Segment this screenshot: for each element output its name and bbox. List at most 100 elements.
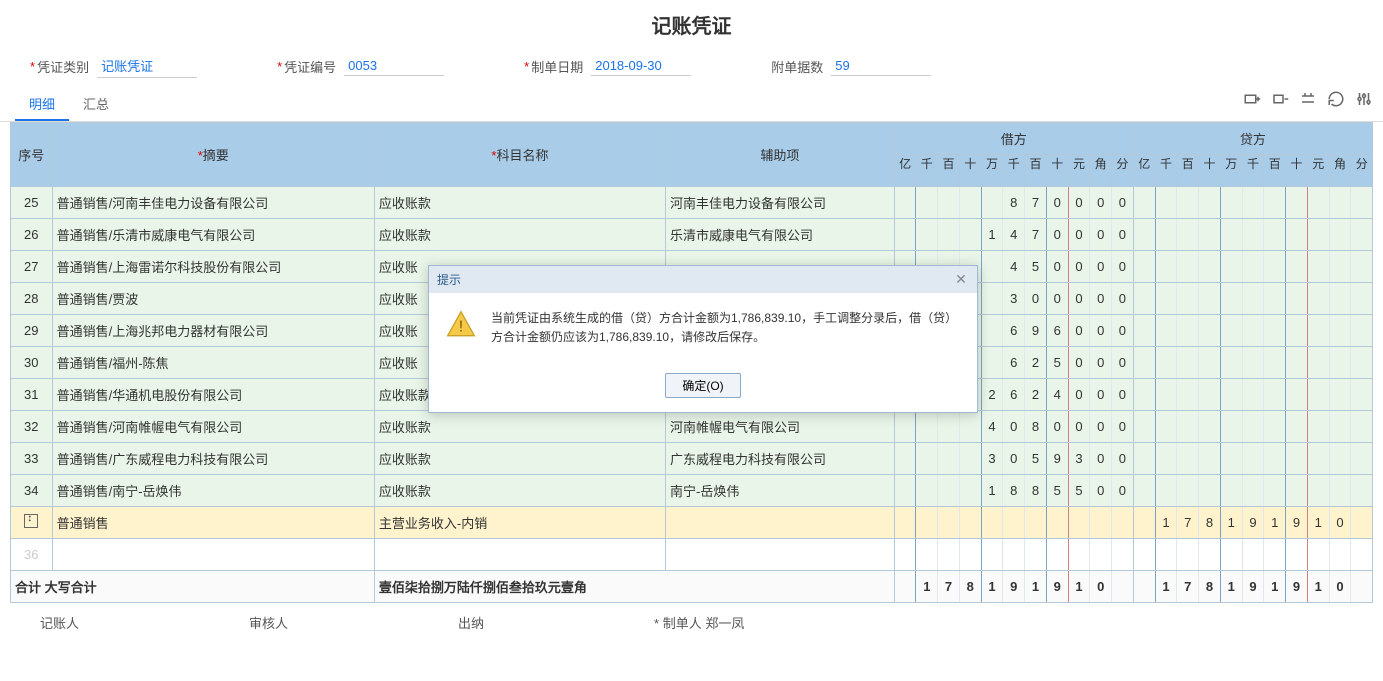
cell-credit[interactable] <box>1133 539 1372 571</box>
type-value[interactable]: 记账凭证 <box>97 54 197 78</box>
cell-credit[interactable] <box>1133 219 1372 251</box>
cell-summary[interactable]: 普通销售/华通机电股份有限公司 <box>52 379 374 411</box>
cell-credit[interactable] <box>1133 283 1372 315</box>
cell-seq: 26 <box>11 219 53 251</box>
alert-dialog: 提示 ✕ ! 当前凭证由系统生成的借（贷）方合计金额为1,786,839.10，… <box>428 265 978 413</box>
cell-aux[interactable]: 南宁-岳焕伟 <box>665 475 894 507</box>
cell-credit[interactable]: 178191910 <box>1133 507 1372 539</box>
cell-summary[interactable] <box>52 539 374 571</box>
cell-credit[interactable] <box>1133 251 1372 283</box>
cell-credit[interactable] <box>1133 411 1372 443</box>
svg-text:!: ! <box>459 319 463 336</box>
cell-aux[interactable]: 河南丰佳电力设备有限公司 <box>665 187 894 219</box>
table-row[interactable]: 33 普通销售/广东威程电力科技有限公司 应收账款 广东威程电力科技有限公司 3… <box>11 443 1373 475</box>
cell-summary[interactable]: 普通销售/乐清市威康电气有限公司 <box>52 219 374 251</box>
cell-subject[interactable]: 应收账款 <box>374 411 665 443</box>
col-credit: 贷方 <box>1133 123 1372 155</box>
cell-summary[interactable]: 普通销售/上海雷诺尔科技股份有限公司 <box>52 251 374 283</box>
page-title: 记账凭证 <box>0 0 1383 49</box>
cell-debit[interactable]: 870000 <box>894 187 1133 219</box>
tabs: 明细 汇总 <box>0 88 1383 122</box>
cell-seq: 30 <box>11 347 53 379</box>
cell-aux[interactable]: 河南帷幄电气有限公司 <box>665 411 894 443</box>
cell-seq: 25 <box>11 187 53 219</box>
no-value[interactable]: 0053 <box>344 56 444 76</box>
total-label: 合计 大写合计 <box>11 571 375 603</box>
tab-summary[interactable]: 汇总 <box>69 88 123 121</box>
cell-summary[interactable]: 普通销售 <box>52 507 374 539</box>
cell-debit[interactable]: 3059300 <box>894 443 1133 475</box>
delete-row-icon[interactable] <box>1271 90 1289 108</box>
cell-summary[interactable]: 普通销售/河南丰佳电力设备有限公司 <box>52 187 374 219</box>
cell-subject[interactable]: 应收账款 <box>374 219 665 251</box>
cell-summary[interactable]: 普通销售/上海兆邦电力器材有限公司 <box>52 315 374 347</box>
no-label: 凭证编号 <box>284 57 336 76</box>
settings-icon[interactable] <box>1355 90 1373 108</box>
type-label: 凭证类别 <box>37 57 89 76</box>
cell-seq: 36 <box>11 539 53 571</box>
cell-seq: 32 <box>11 411 53 443</box>
cell-debit[interactable] <box>894 507 1133 539</box>
cell-summary[interactable]: 普通销售/南宁-岳焕伟 <box>52 475 374 507</box>
cell-debit[interactable]: 4080000 <box>894 411 1133 443</box>
cell-subject[interactable] <box>374 539 665 571</box>
cell-summary[interactable]: 普通销售/福州-陈焦 <box>52 347 374 379</box>
bookkeeper-label: 记账人 <box>40 613 79 632</box>
att-value[interactable]: 59 <box>831 56 931 76</box>
cell-credit[interactable] <box>1133 379 1372 411</box>
col-summary: *摘要 <box>52 123 374 187</box>
cell-summary[interactable]: 普通销售/河南帷幄电气有限公司 <box>52 411 374 443</box>
cell-debit[interactable]: 1470000 <box>894 219 1133 251</box>
table-row[interactable]: 25 普通销售/河南丰佳电力设备有限公司 应收账款 河南丰佳电力设备有限公司 8… <box>11 187 1373 219</box>
cell-credit[interactable] <box>1133 187 1372 219</box>
refresh-icon[interactable] <box>1327 90 1345 108</box>
total-row: 合计 大写合计 壹佰柒拾捌万陆仟捌佰叁拾玖元壹角 178191910 17819… <box>11 571 1373 603</box>
cell-subject[interactable]: 应收账款 <box>374 443 665 475</box>
cell-credit[interactable] <box>1133 315 1372 347</box>
table-row[interactable]: 36 <box>11 539 1373 571</box>
cell-subject[interactable]: 应收账款 <box>374 475 665 507</box>
cell-aux[interactable]: 广东威程电力科技有限公司 <box>665 443 894 475</box>
insert-row-icon[interactable] <box>1243 90 1261 108</box>
col-subject: *科目名称 <box>374 123 665 187</box>
ok-button[interactable]: 确定(O) <box>665 373 740 398</box>
att-label: 附单据数 <box>771 57 823 76</box>
cell-credit[interactable] <box>1133 443 1372 475</box>
table-row[interactable]: 26 普通销售/乐清市威康电气有限公司 应收账款 乐清市威康电气有限公司 147… <box>11 219 1373 251</box>
table-row[interactable]: 34 普通销售/南宁-岳焕伟 应收账款 南宁-岳焕伟 1885500 <box>11 475 1373 507</box>
table-row[interactable]: 32 普通销售/河南帷幄电气有限公司 应收账款 河南帷幄电气有限公司 40800… <box>11 411 1373 443</box>
date-value[interactable]: 2018-09-30 <box>591 56 691 76</box>
cashier-label: 出纳 <box>458 613 484 632</box>
cell-debit[interactable] <box>894 539 1133 571</box>
date-label: 制单日期 <box>531 57 583 76</box>
cell-debit[interactable]: 1885500 <box>894 475 1133 507</box>
cell-subject[interactable]: 应收账款 <box>374 187 665 219</box>
cell-seq: 34 <box>11 475 53 507</box>
tab-detail[interactable]: 明细 <box>15 88 69 121</box>
cell-seq: 33 <box>11 443 53 475</box>
voucher-footer: 记账人 审核人 出纳 * 制单人 郑一凤 <box>0 603 1383 642</box>
cell-summary[interactable]: 普通销售/广东威程电力科技有限公司 <box>52 443 374 475</box>
dialog-text: 当前凭证由系统生成的借（贷）方合计金额为1,786,839.10，手工调整分录后… <box>491 309 961 347</box>
cell-seq: 28 <box>11 283 53 315</box>
cell-aux[interactable] <box>665 539 894 571</box>
cell-credit[interactable] <box>1133 347 1372 379</box>
cell-credit[interactable] <box>1133 475 1372 507</box>
cell-aux[interactable] <box>665 507 894 539</box>
cell-subject[interactable]: 主营业务收入-内销 <box>374 507 665 539</box>
col-aux: 辅助项 <box>665 123 894 187</box>
cell-seq: 29 <box>11 315 53 347</box>
col-debit: 借方 <box>894 123 1133 155</box>
cell-aux[interactable]: 乐清市威康电气有限公司 <box>665 219 894 251</box>
close-icon[interactable]: ✕ <box>953 271 969 288</box>
cell-seq: 31 <box>11 379 53 411</box>
maker-label: 制单人 <box>663 616 702 631</box>
auditor-label: 审核人 <box>249 613 288 632</box>
cell-seq: 27 <box>11 251 53 283</box>
balance-icon[interactable] <box>1299 90 1317 108</box>
col-seq: 序号 <box>11 123 53 187</box>
cell-summary[interactable]: 普通销售/贾波 <box>52 283 374 315</box>
fill-down-icon[interactable] <box>24 514 38 528</box>
table-row[interactable]: 普通销售 主营业务收入-内销 178191910 <box>11 507 1373 539</box>
cell-seq <box>11 507 53 539</box>
